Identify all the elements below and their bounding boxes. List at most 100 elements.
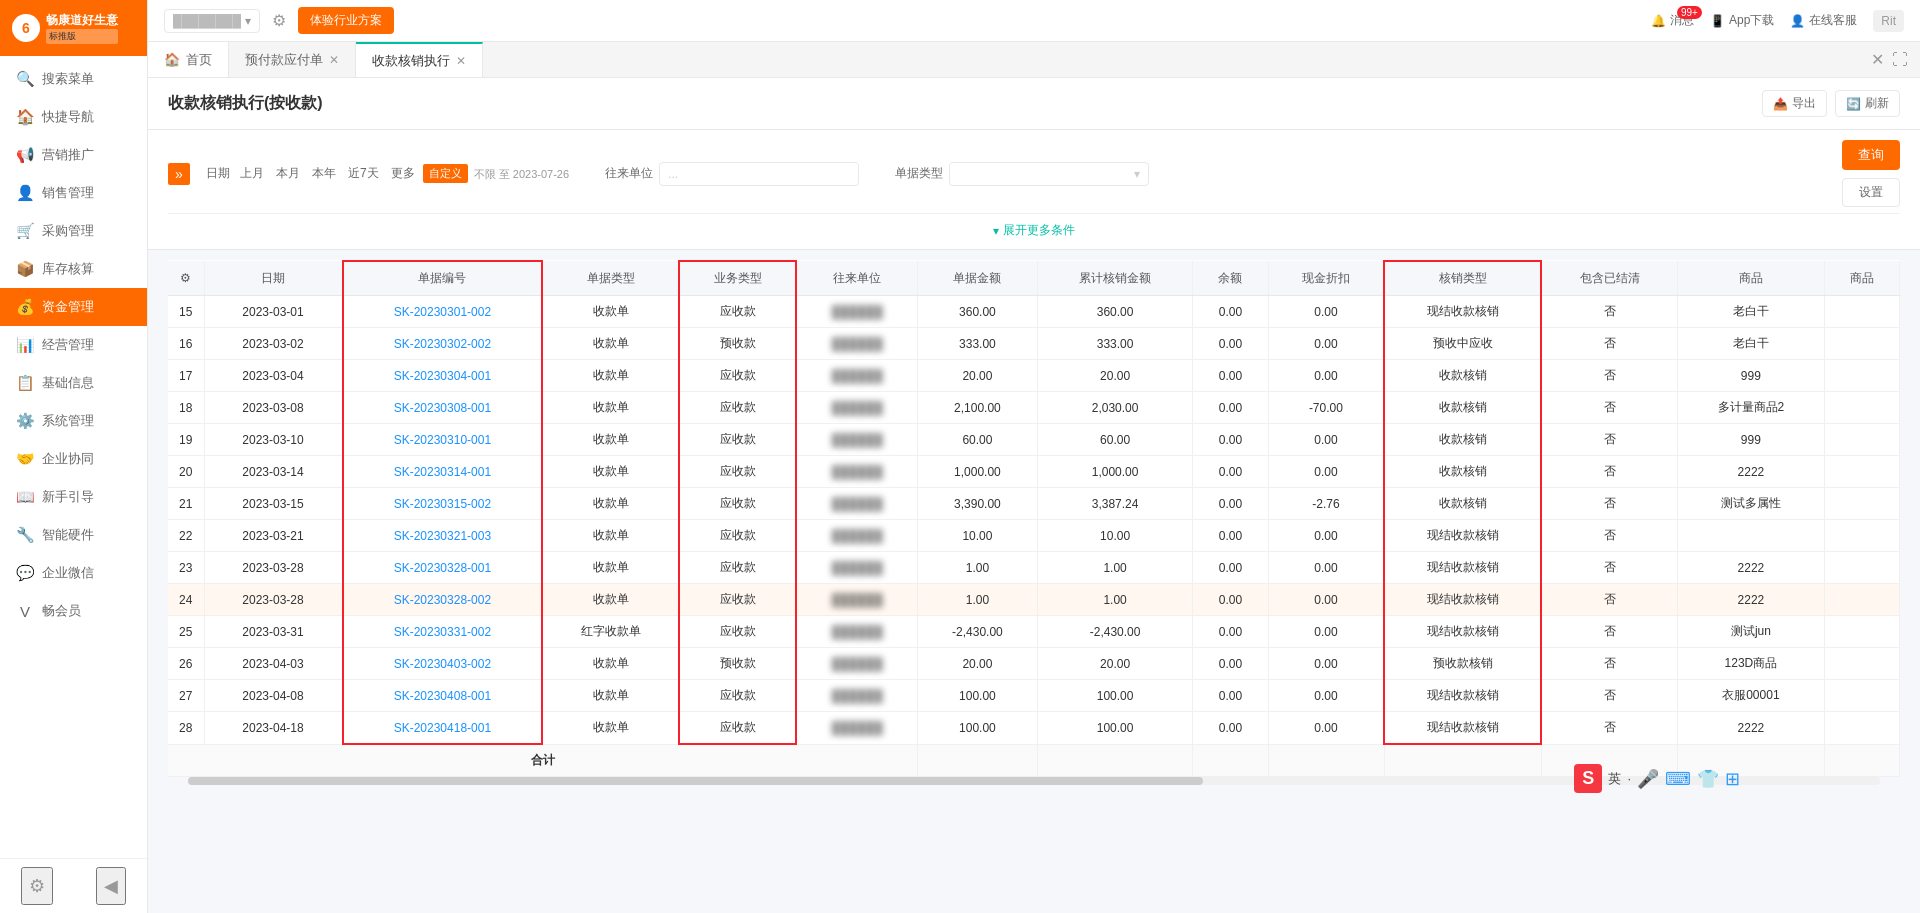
maximize-icon[interactable]: ⛶ [1892,51,1908,69]
cell-balance: 0.00 [1193,360,1268,392]
sidebar-item-purchase[interactable]: 🛒 采购管理 [0,212,147,250]
cell-biz-type: 应收款 [679,616,796,648]
cell-write-off-type: 收款核销 [1384,424,1541,456]
sidebar-item-sales[interactable]: 👤 销售管理 [0,174,147,212]
bill-no-link[interactable]: SK-20230315-002 [394,497,491,511]
cell-bill-type: 收款单 [542,456,679,488]
this-month-btn[interactable]: 本月 [272,163,304,184]
cell-balance: 0.00 [1193,616,1268,648]
sidebar-logo: 6 畅康道好生意 标推版 [0,0,147,56]
online-service-button[interactable]: 👤 在线客服 [1790,12,1857,29]
sidebar-item-marketing[interactable]: 📢 营销推广 [0,136,147,174]
cell-write-off-type: 现结收款核销 [1384,296,1541,328]
cell-total-amount: 1.00 [1037,584,1192,616]
expand-filter-button[interactable]: ▾ 展开更多条件 [168,213,1900,239]
bill-no-link[interactable]: SK-20230304-001 [394,369,491,383]
cell-biz-type: 应收款 [679,584,796,616]
cell-product2 [1824,552,1899,584]
home-icon: 🏠 [16,108,34,126]
refresh-button[interactable]: 🔄 刷新 [1835,90,1900,117]
cell-bill-no: SK-20230321-003 [343,520,543,552]
module-selector[interactable]: ████████ ▾ [164,9,260,33]
last-7-days-btn[interactable]: 近7天 [344,163,383,184]
bill-no-link[interactable]: SK-20230301-002 [394,305,491,319]
settings-gear-icon[interactable]: ⚙ [272,11,286,30]
bill-no-link[interactable]: SK-20230321-003 [394,529,491,543]
tab-prepay[interactable]: 预付款应付单 ✕ [229,42,356,77]
custom-date-button[interactable]: 自定义 [423,164,468,183]
cell-discount: 0.00 [1268,648,1384,680]
sidebar-item-guide[interactable]: 📖 新手引导 [0,478,147,516]
table-row: 20 2023-03-14 SK-20230314-001 收款单 应收款 ██… [168,456,1900,488]
cell-amount: -2,430.00 [918,616,1038,648]
cell-write-off-type: 收款核销 [1384,488,1541,520]
more-date-btn[interactable]: 更多 [387,163,419,184]
sidebar-item-system[interactable]: ⚙️ 系统管理 [0,402,147,440]
last-month-btn[interactable]: 上月 [236,163,268,184]
bill-no-link[interactable]: SK-20230408-001 [394,689,491,703]
cell-date: 2023-03-08 [204,392,343,424]
sidebar-item-hardware[interactable]: 🔧 智能硬件 [0,516,147,554]
cell-included: 否 [1541,648,1677,680]
this-year-btn[interactable]: 本年 [308,163,340,184]
bill-no-link[interactable]: SK-20230403-002 [394,657,491,671]
tab-bar: 🏠 首页 预付款应付单 ✕ 收款核销执行 ✕ ✕ ⛶ [148,42,1920,78]
app-download-button[interactable]: 📱 App下载 [1710,12,1774,29]
table-row: 25 2023-03-31 SK-20230331-002 红字收款单 应收款 … [168,616,1900,648]
cell-biz-type: 应收款 [679,520,796,552]
filter-toggle-button[interactable]: » [168,163,190,185]
tab-close-collection[interactable]: ✕ [456,54,466,68]
data-table: ⚙ 日期 单据编号 单据类型 业务类型 往来单位 单据金额 累计核销金额 余额 … [168,260,1900,777]
bill-no-link[interactable]: SK-20230331-002 [394,625,491,639]
bill-no-link[interactable]: SK-20230310-001 [394,433,491,447]
sidebar-item-operations[interactable]: 📊 经营管理 [0,326,147,364]
tab-home[interactable]: 🏠 首页 [148,42,229,77]
cell-bill-no: SK-20230310-001 [343,424,543,456]
cell-bill-no: SK-20230301-002 [343,296,543,328]
export-button[interactable]: 📤 导出 [1762,90,1827,117]
sidebar-item-member[interactable]: V 畅会员 [0,592,147,630]
cell-product2 [1824,296,1899,328]
cell-date: 2023-04-08 [204,680,343,712]
bill-no-link[interactable]: SK-20230314-001 [394,465,491,479]
bill-no-link[interactable]: SK-20230328-002 [394,593,491,607]
cell-product: 2222 [1678,456,1825,488]
cell-bill-no: SK-20230418-001 [343,712,543,745]
tab-close-prepay[interactable]: ✕ [329,53,339,67]
cell-amount: 100.00 [918,680,1038,712]
cell-no: 24 [168,584,204,616]
th-product: 商品 [1678,261,1825,296]
sidebar-item-finance[interactable]: 💰 资金管理 [0,288,147,326]
partner-filter-label: 往来单位 [605,165,653,182]
bill-no-link[interactable]: SK-20230308-001 [394,401,491,415]
inventory-icon: 📦 [16,260,34,278]
filter-setting-button[interactable]: 设置 [1842,178,1900,207]
sidebar-item-wechat[interactable]: 💬 企业微信 [0,554,147,592]
cell-total-amount: 360.00 [1037,296,1192,328]
sidebar-item-basic[interactable]: 📋 基础信息 [0,364,147,402]
cell-amount: 10.00 [918,520,1038,552]
bill-no-link[interactable]: SK-20230302-002 [394,337,491,351]
sidebar-item-inventory[interactable]: 📦 库存核算 [0,250,147,288]
cell-product [1678,520,1825,552]
bill-no-link[interactable]: SK-20230328-001 [394,561,491,575]
query-button[interactable]: 查询 [1842,140,1900,170]
cell-write-off-type: 现结收款核销 [1384,552,1541,584]
tab-collection[interactable]: 收款核销执行 ✕ [356,42,483,77]
collapse-sidebar-button[interactable]: ◀ [96,867,126,905]
bill-no-link[interactable]: SK-20230418-001 [394,721,491,735]
th-amount: 单据金额 [918,261,1038,296]
cell-discount: 0.00 [1268,616,1384,648]
scrollbar-thumb[interactable] [188,777,1203,785]
settings-footer-button[interactable]: ⚙ [21,867,53,905]
sidebar-item-search[interactable]: 🔍 搜索菜单 [0,60,147,98]
close-all-tabs-icon[interactable]: ✕ [1871,50,1884,69]
cell-product2 [1824,648,1899,680]
sidebar-item-quicknav[interactable]: 🏠 快捷导航 [0,98,147,136]
cell-write-off-type: 现结收款核销 [1384,616,1541,648]
sidebar-item-enterprise[interactable]: 🤝 企业协同 [0,440,147,478]
solution-button[interactable]: 体验行业方案 [298,7,394,34]
notification-button[interactable]: 🔔 消息 99+ [1651,12,1694,29]
cell-no: 20 [168,456,204,488]
cell-amount: 60.00 [918,424,1038,456]
